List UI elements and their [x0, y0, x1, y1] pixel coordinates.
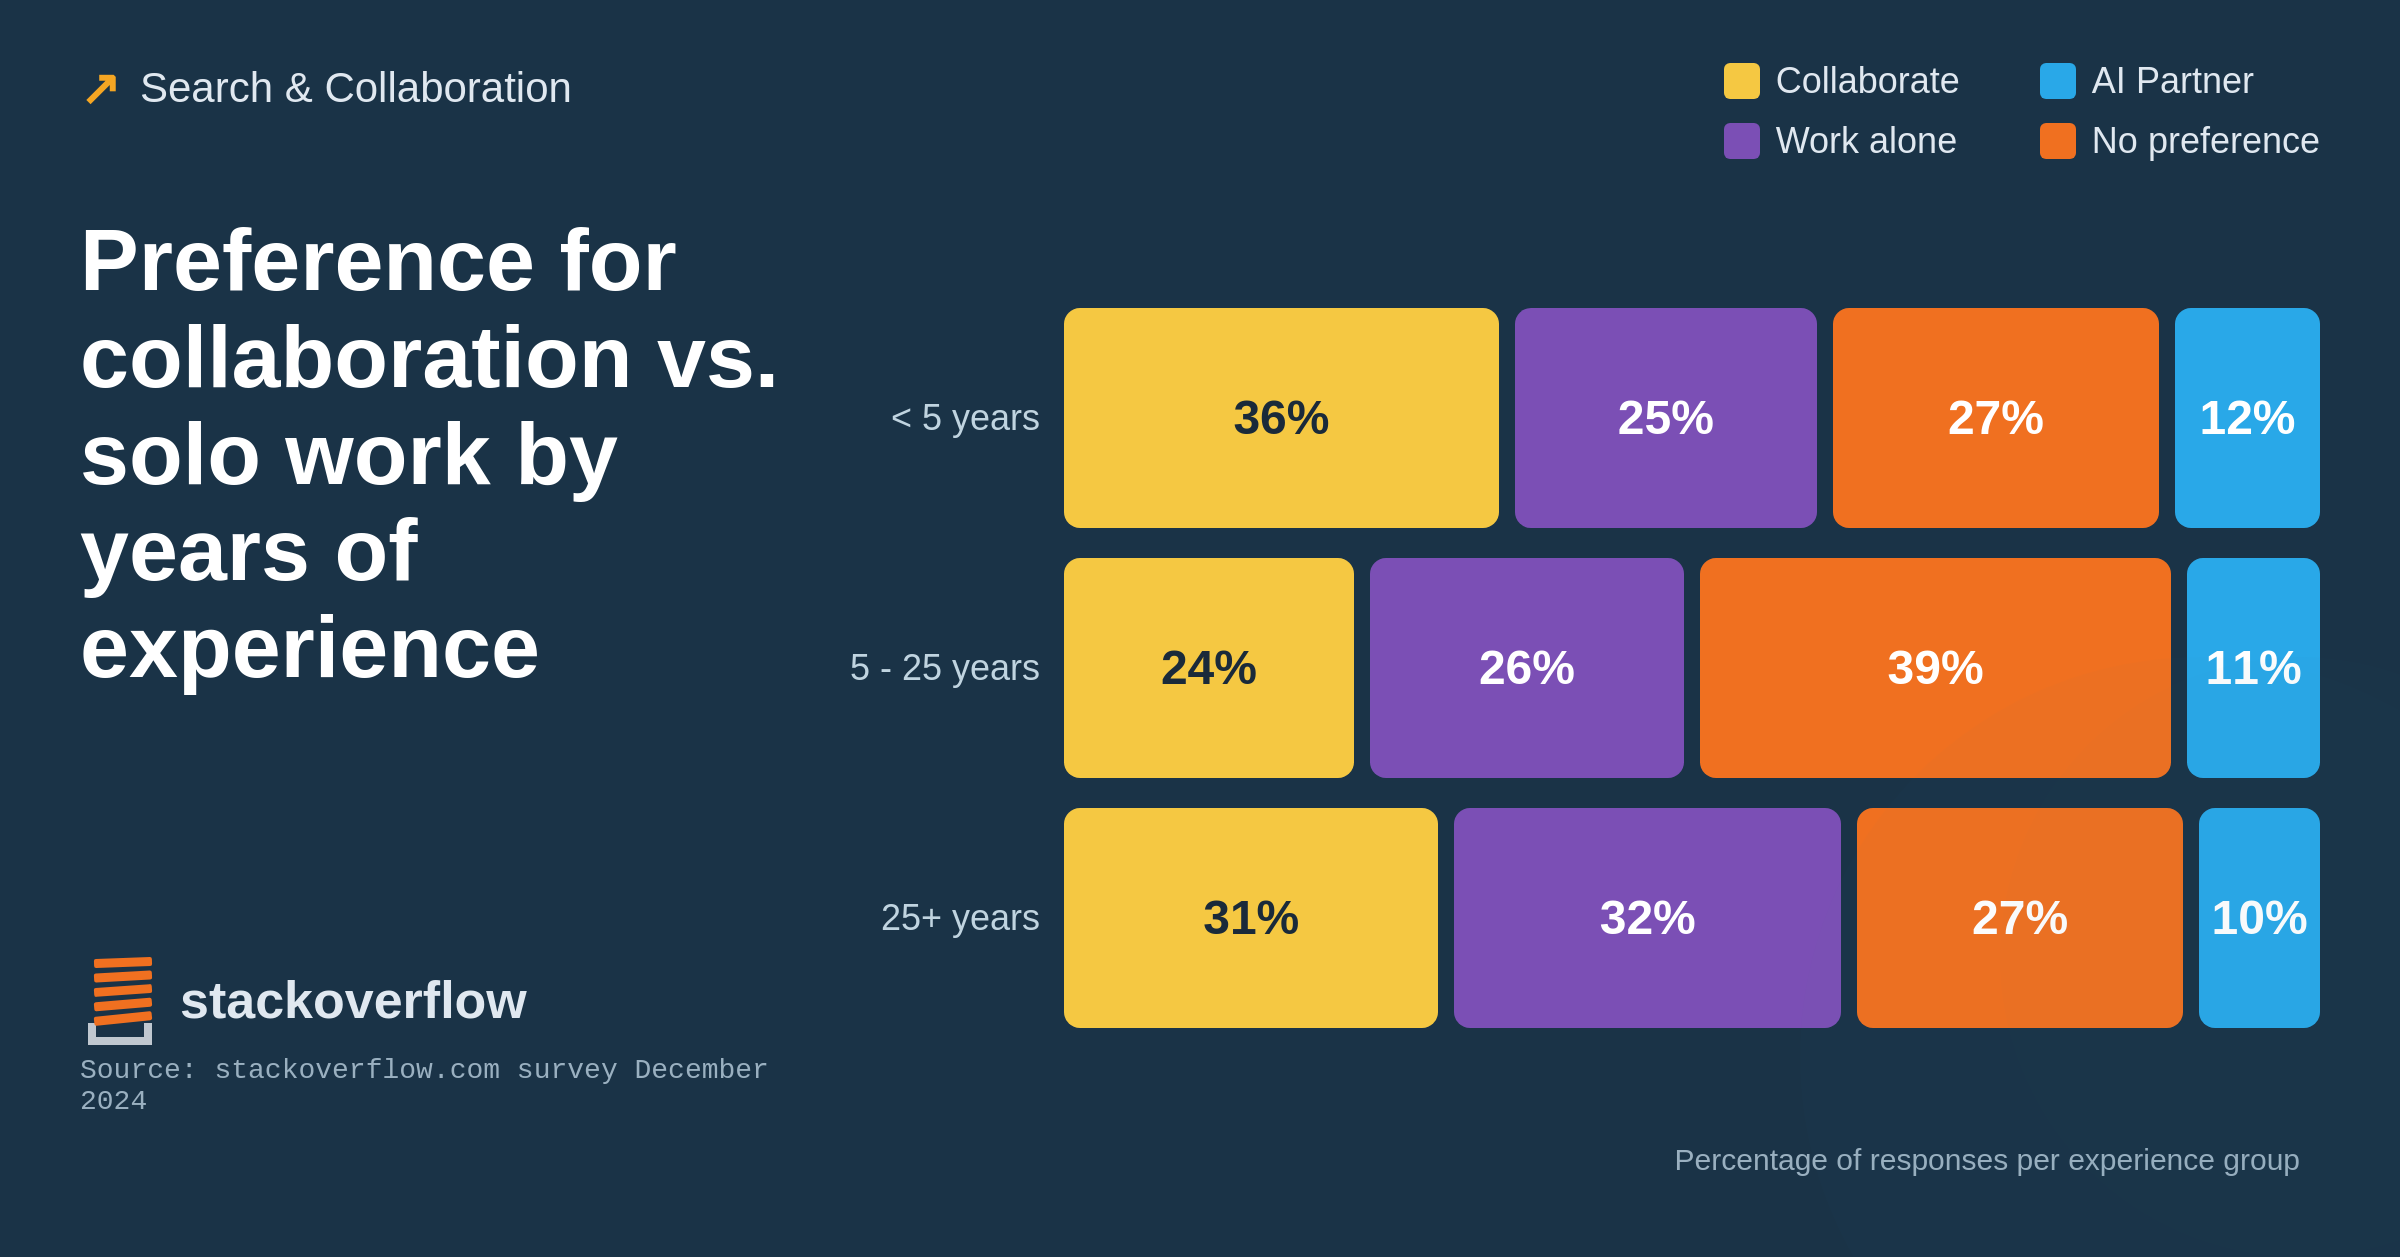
legend-work-alone: Work alone: [1724, 120, 1960, 162]
legend-collaborate: Collaborate: [1724, 60, 1960, 102]
brand-end: overflow: [313, 971, 527, 1029]
row-label-lt5: < 5 years: [840, 397, 1040, 439]
main-content: Preference for collaboration vs. solo wo…: [80, 202, 2320, 1197]
page-container: ↗ Search & Collaboration Collaborate AI …: [0, 0, 2400, 1257]
bar-5-25-no-preference: 39%: [1700, 558, 2171, 778]
section-label: Search & Collaboration: [140, 64, 572, 112]
top-bar: ↗ Search & Collaboration Collaborate AI …: [80, 60, 2320, 162]
bars-5-25: 24% 26% 39% 11%: [1064, 558, 2320, 778]
bar-25plus-work-alone: 32%: [1454, 808, 1841, 1028]
chart-row-lt5: < 5 years 36% 25% 27% 12%: [840, 308, 2320, 528]
ai-partner-swatch: [2040, 63, 2076, 99]
chart-title: Preference for collaboration vs. solo wo…: [80, 212, 780, 696]
so-logo-icon: [80, 955, 160, 1045]
row-label-25plus: 25+ years: [840, 897, 1040, 939]
chart-footnote: Percentage of responses per experience g…: [840, 1143, 2320, 1177]
legend-ai-partner: AI Partner: [2040, 60, 2320, 102]
legend: Collaborate AI Partner Work alone No pre…: [1724, 60, 2320, 162]
row-label-5-25: 5 - 25 years: [840, 647, 1040, 689]
logo-area: stackoverflow Source: stackoverflow.com …: [80, 955, 780, 1117]
trend-icon: ↗: [80, 60, 120, 116]
bar-5-25-work-alone: 26%: [1370, 558, 1684, 778]
bar-25plus-no-preference: 27%: [1857, 808, 2183, 1028]
collaborate-swatch: [1724, 63, 1760, 99]
bar-lt5-no-preference: 27%: [1833, 308, 2159, 528]
bars-25plus: 31% 32% 27% 10%: [1064, 808, 2320, 1028]
bar-lt5-work-alone: 25%: [1515, 308, 1817, 528]
chart-row-5-25: 5 - 25 years 24% 26% 39% 11%: [840, 558, 2320, 778]
bar-lt5-ai-partner: 12%: [2175, 308, 2320, 528]
legend-no-preference: No preference: [2040, 120, 2320, 162]
title-section: ↗ Search & Collaboration: [80, 60, 572, 116]
right-panel: < 5 years 36% 25% 27% 12% 5 - 25 years 2…: [780, 202, 2320, 1197]
work-alone-label: Work alone: [1776, 120, 1957, 162]
chart-row-25plus: 25+ years 31% 32% 27% 10%: [840, 808, 2320, 1028]
bar-25plus-ai-partner: 10%: [2199, 808, 2320, 1028]
ai-partner-label: AI Partner: [2092, 60, 2254, 102]
source-text: Source: stackoverflow.com survey Decembe…: [80, 1055, 780, 1117]
chart-area: < 5 years 36% 25% 27% 12% 5 - 25 years 2…: [840, 202, 2320, 1133]
so-brand-text: stackoverflow: [180, 970, 527, 1030]
bars-lt5: 36% 25% 27% 12%: [1064, 308, 2320, 528]
no-preference-swatch: [2040, 123, 2076, 159]
bar-5-25-ai-partner: 11%: [2187, 558, 2320, 778]
work-alone-swatch: [1724, 123, 1760, 159]
brand-start: stack: [180, 971, 313, 1029]
bar-25plus-collaborate: 31%: [1064, 808, 1438, 1028]
so-logo: stackoverflow: [80, 955, 780, 1045]
no-preference-label: No preference: [2092, 120, 2320, 162]
bar-5-25-collaborate: 24%: [1064, 558, 1354, 778]
bar-lt5-collaborate: 36%: [1064, 308, 1499, 528]
left-panel: Preference for collaboration vs. solo wo…: [80, 202, 780, 1197]
collaborate-label: Collaborate: [1776, 60, 1960, 102]
